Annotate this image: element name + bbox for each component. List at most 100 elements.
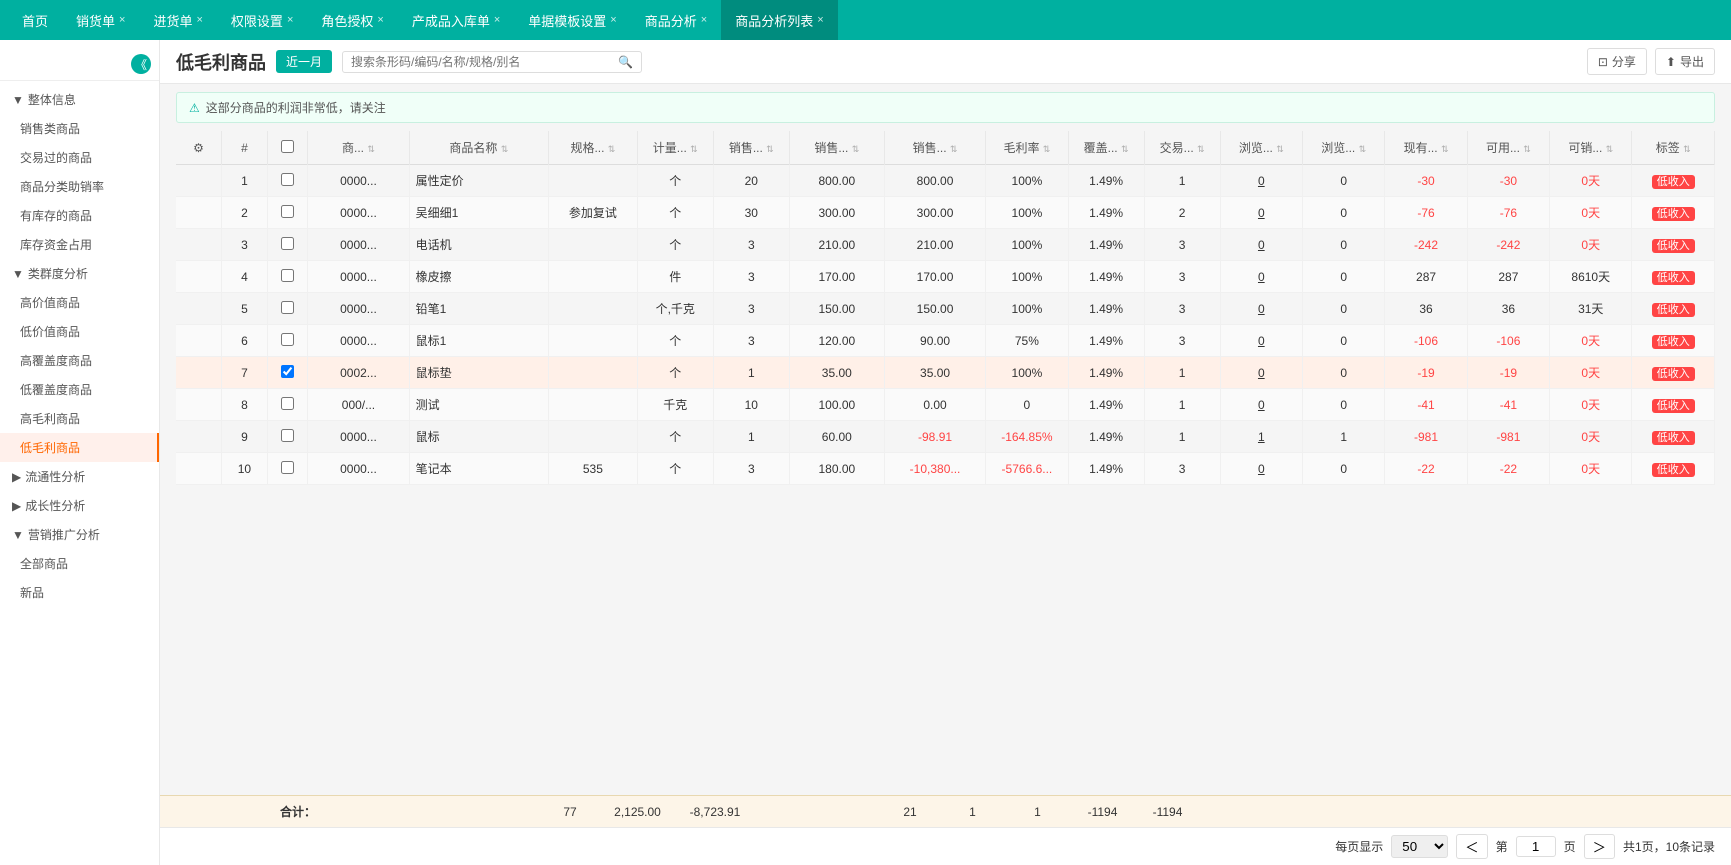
nav-product-inbound[interactable]: 产成品入库单 × [398,0,514,40]
nav-product-analysis[interactable]: 商品分析 × [631,0,721,40]
cell-check[interactable] [267,293,308,325]
cell-check[interactable] [267,229,308,261]
search-icon[interactable]: 🔍 [618,55,633,69]
sidebar-item-high-margin[interactable]: 高毛利商品 [0,404,159,433]
sidebar-item-stocked-goods[interactable]: 有库存的商品 [0,201,159,230]
row-checkbox[interactable] [281,205,294,218]
th-sales-amount[interactable]: 销售... ⇅ [884,131,985,165]
cell-sales-qty: 20 [713,165,789,197]
cell-browse1[interactable]: 0 [1220,293,1302,325]
nav-close-template-setting[interactable]: × [610,14,616,26]
th-gross-rate[interactable]: 毛利率 ⇅ [986,131,1068,165]
th-current[interactable]: 现有... ⇅ [1385,131,1467,165]
row-checkbox[interactable] [281,173,294,186]
select-all-checkbox[interactable] [281,140,294,153]
sidebar-item-traded-goods[interactable]: 交易过的商品 [0,143,159,172]
search-input[interactable] [351,55,614,69]
nav-home[interactable]: 首页 [8,0,62,40]
th-browse1[interactable]: 浏览... ⇅ [1220,131,1302,165]
sidebar-collapse-btn[interactable]: 《 [131,54,151,74]
cell-check[interactable] [267,453,308,485]
export-button[interactable]: ⬆ 导出 [1655,48,1715,75]
row-checkbox[interactable] [281,333,294,346]
th-saleable[interactable]: 可销... ⇅ [1550,131,1632,165]
row-checkbox[interactable] [281,365,294,378]
th-sales-price[interactable]: 销售... ⇅ [789,131,884,165]
total-pages-info: 共1页，10条记录 [1623,838,1715,855]
th-tag[interactable]: 标签 ⇅ [1632,131,1715,165]
nav-close-product-inbound[interactable]: × [494,14,500,26]
sidebar-item-sales-goods[interactable]: 销售类商品 [0,114,159,143]
nav-close-product-analysis[interactable]: × [701,14,707,26]
cell-check[interactable] [267,261,308,293]
nav-product-analysis-list[interactable]: 商品分析列表 × [721,0,837,40]
th-unit[interactable]: 计量... ⇅ [637,131,713,165]
cell-browse1[interactable]: 0 [1220,453,1302,485]
next-page-btn[interactable]: ＞ [1584,834,1615,859]
prev-page-btn[interactable]: ＜ [1456,834,1487,859]
sidebar-item-new-goods[interactable]: 新品 [0,578,159,607]
cell-check[interactable] [267,421,308,453]
nav-permission[interactable]: 权限设置 × [217,0,307,40]
th-spec[interactable]: 规格... ⇅ [549,131,638,165]
sidebar-item-all-goods[interactable]: 全部商品 [0,549,159,578]
th-browse2[interactable]: 浏览... ⇅ [1303,131,1385,165]
cell-browse1[interactable]: 0 [1220,165,1302,197]
nav-template-setting[interactable]: 单据模板设置 × [514,0,630,40]
cell-sales-price: 60.00 [789,421,884,453]
period-button[interactable]: 近一月 [276,50,332,73]
nav-close-sales-order[interactable]: × [119,14,125,26]
sidebar-group-cluster[interactable]: ▼ 类群度分析 [0,259,159,288]
cell-check[interactable] [267,357,308,389]
row-checkbox[interactable] [281,269,294,282]
cell-browse1[interactable]: 0 [1220,229,1302,261]
share-button[interactable]: ⊡ 分享 [1587,48,1647,75]
th-code[interactable]: 商... ⇅ [308,131,409,165]
nav-purchase-order[interactable]: 进货单 × [139,0,216,40]
row-checkbox[interactable] [281,429,294,442]
th-transaction[interactable]: 交易... ⇅ [1144,131,1220,165]
cell-browse2: 0 [1303,261,1385,293]
page-size-select[interactable]: 50 100 [1391,835,1448,858]
cell-spec [549,293,638,325]
th-sales-qty[interactable]: 销售... ⇅ [713,131,789,165]
cell-browse1[interactable]: 0 [1220,325,1302,357]
cell-browse1[interactable]: 0 [1220,357,1302,389]
cell-browse1[interactable]: 0 [1220,389,1302,421]
sidebar-group-overall[interactable]: ▼ 整体信息 [0,85,159,114]
row-checkbox[interactable] [281,461,294,474]
cell-browse1[interactable]: 0 [1220,261,1302,293]
nav-sales-order[interactable]: 销货单 × [62,0,139,40]
nav-close-permission[interactable]: × [287,14,293,26]
row-checkbox[interactable] [281,301,294,314]
th-available[interactable]: 可用... ⇅ [1467,131,1549,165]
th-name[interactable]: 商品名称 ⇅ [409,131,548,165]
row-checkbox[interactable] [281,397,294,410]
cell-check[interactable] [267,389,308,421]
sidebar-item-high-value[interactable]: 高价值商品 [0,288,159,317]
sidebar-item-low-value[interactable]: 低价值商品 [0,317,159,346]
th-coverage[interactable]: 覆盖... ⇅ [1068,131,1144,165]
sidebar-group-growth[interactable]: ▶ 成长性分析 [0,491,159,520]
cell-check[interactable] [267,325,308,357]
row-checkbox[interactable] [281,237,294,250]
nav-close-purchase-order[interactable]: × [196,14,202,26]
sidebar-item-category-rate[interactable]: 商品分类助销率 [0,172,159,201]
nav-close-product-analysis-list[interactable]: × [817,14,823,26]
cell-check[interactable] [267,165,308,197]
cell-browse1[interactable]: 1 [1220,421,1302,453]
sidebar-item-high-coverage[interactable]: 高覆盖度商品 [0,346,159,375]
th-check[interactable] [267,131,308,165]
th-settings[interactable]: ⚙ [176,131,222,165]
sidebar-group-marketing[interactable]: ▼ 营销推广分析 [0,520,159,549]
sidebar-item-low-coverage[interactable]: 低覆盖度商品 [0,375,159,404]
cell-tag: 低收入 [1632,165,1715,197]
page-number-input[interactable] [1516,836,1556,857]
nav-close-role-auth[interactable]: × [377,14,383,26]
cell-check[interactable] [267,197,308,229]
sidebar-item-inventory-fund[interactable]: 库存资金占用 [0,230,159,259]
nav-role-auth[interactable]: 角色授权 × [307,0,397,40]
sidebar-group-circulation[interactable]: ▶ 流通性分析 [0,462,159,491]
cell-browse1[interactable]: 0 [1220,197,1302,229]
sidebar-item-low-margin[interactable]: 低毛利商品 [0,433,159,462]
